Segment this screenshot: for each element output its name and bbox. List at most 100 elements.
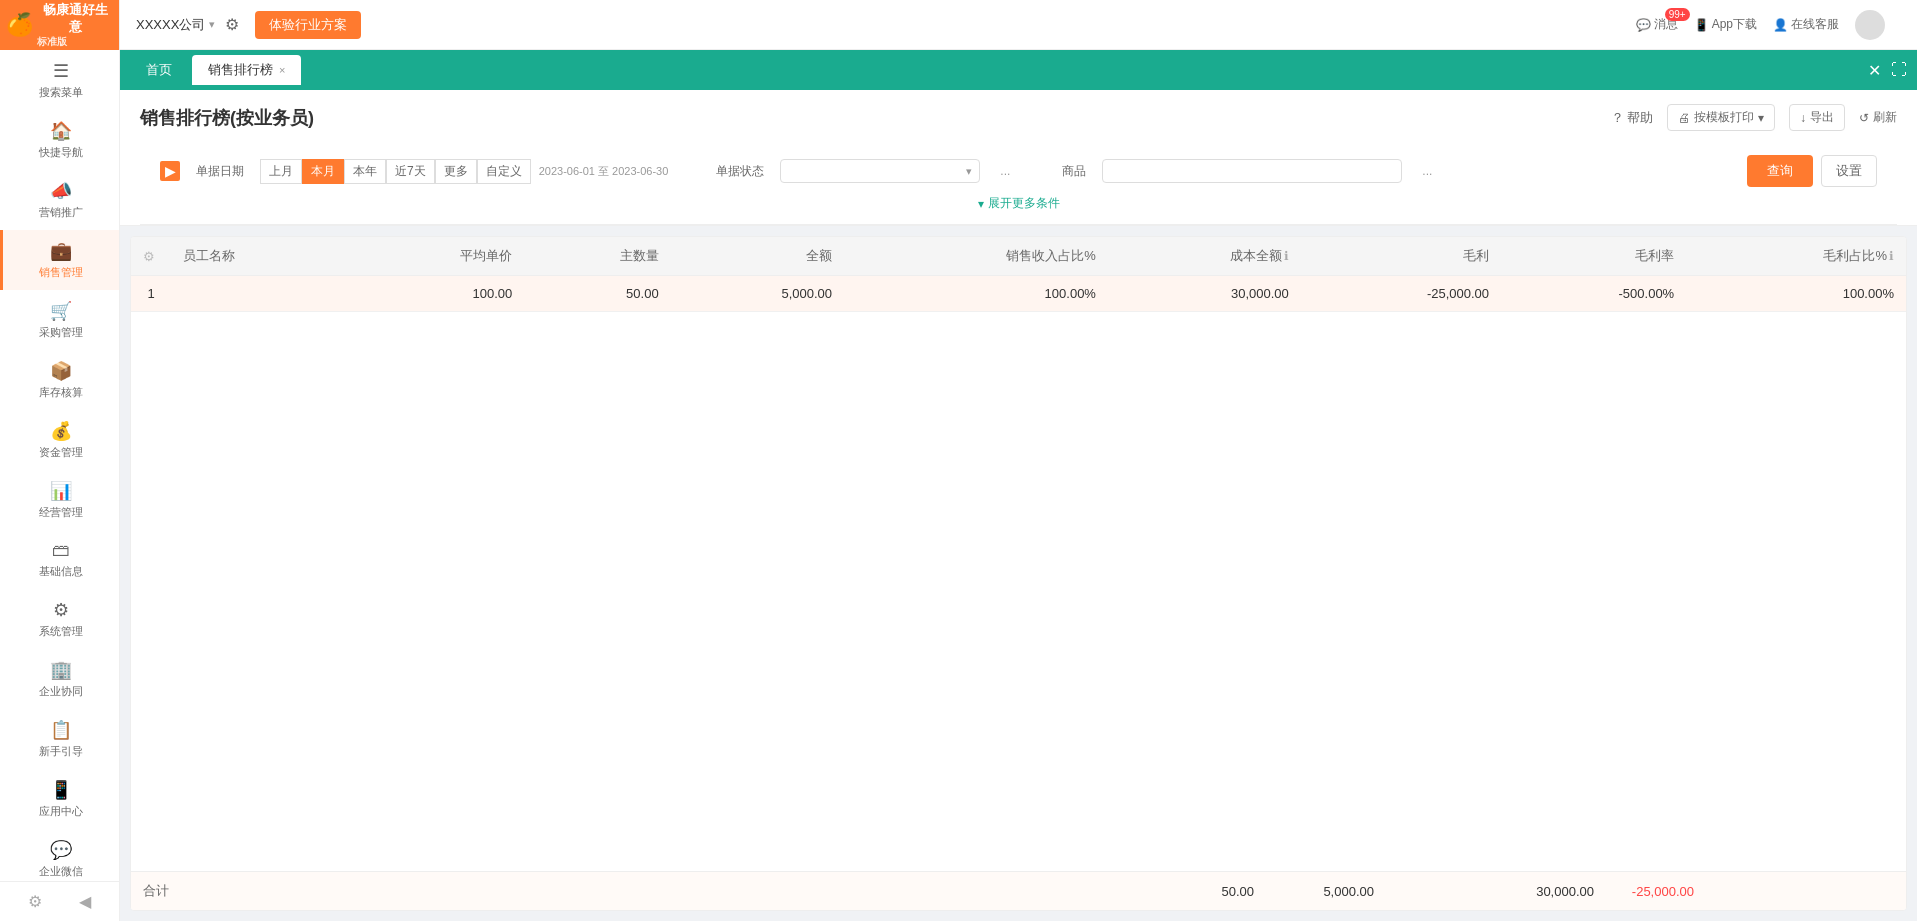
sidebar-item-inventory[interactable]: 📦 库存核算 — [0, 350, 119, 410]
sidebar-item-label: 应用中心 — [39, 804, 83, 819]
purchase-icon: 🛒 — [50, 300, 72, 322]
company-name: XXXXX公司 — [136, 16, 205, 34]
filter-toggle-button[interactable]: ▶ — [160, 161, 180, 181]
table-wrapper: ⚙ 员工名称 平均单价 主数量 全额 销售收入占比% 成本全额ℹ 毛利 — [131, 237, 1906, 910]
guide-icon: 📋 — [50, 719, 72, 741]
message-icon: 💬 — [1636, 18, 1651, 32]
sidebar-item-marketing[interactable]: 📣 营销推广 — [0, 170, 119, 230]
help-button[interactable]: ？ 帮助 — [1611, 109, 1653, 127]
col-sales-pct: 销售收入占比% — [844, 237, 1108, 276]
app-name: 畅康通好生意 — [37, 2, 113, 36]
app-download-button[interactable]: 📱 App下载 — [1694, 16, 1757, 33]
sidebar-item-search[interactable]: ☰ 搜索菜单 — [0, 50, 119, 110]
tab-home[interactable]: 首页 — [130, 55, 188, 85]
settings-button[interactable]: 设置 — [1821, 155, 1877, 187]
date-btn-custom[interactable]: 自定义 — [477, 159, 531, 184]
sidebar-item-apps[interactable]: 📱 应用中心 — [0, 769, 119, 829]
sidebar-item-label: 营销推广 — [39, 205, 83, 220]
col-avg-price: 平均单价 — [348, 237, 525, 276]
enterprise-icon: 🏢 — [50, 659, 72, 681]
sidebar: 🍊 畅康通好生意 标准版 ☰ 搜索菜单 🏠 快捷导航 📣 营销推广 💼 销售管理… — [0, 0, 120, 921]
export-button[interactable]: ↓ 导出 — [1789, 104, 1845, 131]
company-dropdown-icon: ▾ — [209, 18, 215, 31]
app-download-label: App下载 — [1712, 16, 1757, 33]
sidebar-item-label: 搜索菜单 — [39, 85, 83, 100]
filter-row-1: ▶ 单据日期 上月 本月 本年 近7天 更多 自定义 2023-06-01 至 … — [160, 155, 1877, 187]
cost-info-icon[interactable]: ℹ — [1284, 249, 1289, 263]
sidebar-settings-button[interactable]: ⚙ — [28, 892, 42, 911]
table-area: ⚙ 员工名称 平均单价 主数量 全额 销售收入占比% 成本全额ℹ 毛利 — [130, 236, 1907, 911]
online-service-button[interactable]: 👤 在线客服 — [1773, 16, 1839, 33]
cell-gross: -25,000.00 — [1301, 276, 1501, 312]
col-gross-pct: 毛利占比%ℹ — [1686, 237, 1906, 276]
sidebar-item-label: 基础信息 — [39, 564, 83, 579]
message-badge: 99+ — [1665, 8, 1690, 21]
sidebar-collapse-button[interactable]: ◀ — [79, 892, 91, 911]
sidebar-item-quick-nav[interactable]: 🏠 快捷导航 — [0, 110, 119, 170]
sidebar-item-sales[interactable]: 💼 销售管理 — [0, 230, 119, 290]
sidebar-item-label: 快捷导航 — [39, 145, 83, 160]
date-btn-this-month[interactable]: 本月 — [302, 159, 344, 184]
cell-avg-price: 100.00 — [348, 276, 525, 312]
cell-name — [171, 276, 348, 312]
expand-row: ▾ 展开更多条件 — [160, 187, 1877, 212]
cell-amount: 5,000.00 — [671, 276, 844, 312]
goods-input[interactable] — [1102, 159, 1402, 183]
date-btn-more[interactable]: 更多 — [435, 159, 477, 184]
quick-nav-icon: 🏠 — [50, 120, 72, 142]
sidebar-item-system[interactable]: ⚙ 系统管理 — [0, 589, 119, 649]
date-btn-last-month[interactable]: 上月 — [260, 159, 302, 184]
company-selector[interactable]: XXXXX公司 ▾ — [136, 16, 215, 34]
apps-icon: 📱 — [50, 779, 72, 801]
sidebar-item-label: 系统管理 — [39, 624, 83, 639]
col-amount: 全额 — [671, 237, 844, 276]
print-arrow-icon: ▾ — [1758, 111, 1764, 125]
query-button[interactable]: 查询 — [1747, 155, 1813, 187]
avatar[interactable] — [1855, 10, 1885, 40]
expand-more-button[interactable]: ▾ 展开更多条件 — [978, 195, 1060, 212]
sidebar-footer: ⚙ ◀ — [0, 881, 119, 921]
date-range-text: 2023-06-01 至 2023-06-30 — [539, 164, 669, 179]
message-button[interactable]: 💬 消息 99+ — [1636, 16, 1678, 33]
tabbar: 首页 销售排行榜 × ✕ ⛶ — [120, 50, 1917, 90]
col-name: 员工名称 — [171, 237, 348, 276]
more-filter-button[interactable]: ... — [996, 160, 1014, 182]
page-actions: ？ 帮助 🖨 按模板打印 ▾ ↓ 导出 ↺ 刷新 — [1611, 104, 1897, 131]
print-button[interactable]: 🖨 按模板打印 ▾ — [1667, 104, 1775, 131]
date-btn-7days[interactable]: 近7天 — [386, 159, 435, 184]
app-logo: 🍊 畅康通好生意 标准版 — [0, 0, 119, 50]
refresh-button[interactable]: ↺ 刷新 — [1859, 109, 1897, 126]
cell-sales-pct: 100.00% — [844, 276, 1108, 312]
col-cost: 成本全额ℹ — [1108, 237, 1301, 276]
status-select[interactable]: 全部 待审核 已审核 已作废 — [780, 159, 980, 183]
trial-button[interactable]: 体验行业方案 — [255, 11, 361, 39]
sidebar-item-basics[interactable]: 🗃 基础信息 — [0, 530, 119, 589]
window-close-button[interactable]: ✕ — [1868, 61, 1881, 80]
column-settings-icon[interactable]: ⚙ — [143, 249, 155, 264]
help-icon: ？ — [1611, 109, 1624, 127]
col-gross: 毛利 — [1301, 237, 1501, 276]
filter-bar: ▶ 单据日期 上月 本月 本年 近7天 更多 自定义 2023-06-01 至 … — [140, 143, 1897, 225]
table-header-row: ⚙ 员工名称 平均单价 主数量 全额 销售收入占比% 成本全额ℹ 毛利 — [131, 237, 1906, 276]
sidebar-item-finance[interactable]: 💰 资金管理 — [0, 410, 119, 470]
sidebar-item-wechat[interactable]: 💬 企业微信 — [0, 829, 119, 881]
sidebar-item-operations[interactable]: 📊 经营管理 — [0, 470, 119, 530]
page-title: 销售排行榜(按业务员) — [140, 106, 314, 130]
app-download-icon: 📱 — [1694, 18, 1709, 32]
sidebar-item-purchase[interactable]: 🛒 采购管理 — [0, 290, 119, 350]
window-maximize-button[interactable]: ⛶ — [1891, 61, 1907, 80]
tab-sales-ranking[interactable]: 销售排行榜 × — [192, 55, 301, 85]
table-scroll[interactable]: ⚙ 员工名称 平均单价 主数量 全额 销售收入占比% 成本全额ℹ 毛利 — [131, 237, 1906, 871]
footer-cost: 30,000.00 — [1494, 884, 1614, 899]
sidebar-item-guide[interactable]: 📋 新手引导 — [0, 709, 119, 769]
goods-more-button[interactable]: ... — [1418, 160, 1436, 182]
sidebar-item-label: 资金管理 — [39, 445, 83, 460]
page-content: 销售排行榜(按业务员) ？ 帮助 🖨 按模板打印 ▾ ↓ 导出 — [120, 90, 1917, 921]
finance-icon: 💰 — [50, 420, 72, 442]
tab-close-button[interactable]: × — [279, 64, 285, 76]
sidebar-item-enterprise[interactable]: 🏢 企业协同 — [0, 649, 119, 709]
date-btn-this-year[interactable]: 本年 — [344, 159, 386, 184]
sidebar-nav: ☰ 搜索菜单 🏠 快捷导航 📣 营销推广 💼 销售管理 🛒 采购管理 📦 库存核… — [0, 50, 119, 881]
gross-pct-info-icon[interactable]: ℹ — [1889, 249, 1894, 263]
settings-icon[interactable]: ⚙ — [225, 15, 239, 34]
